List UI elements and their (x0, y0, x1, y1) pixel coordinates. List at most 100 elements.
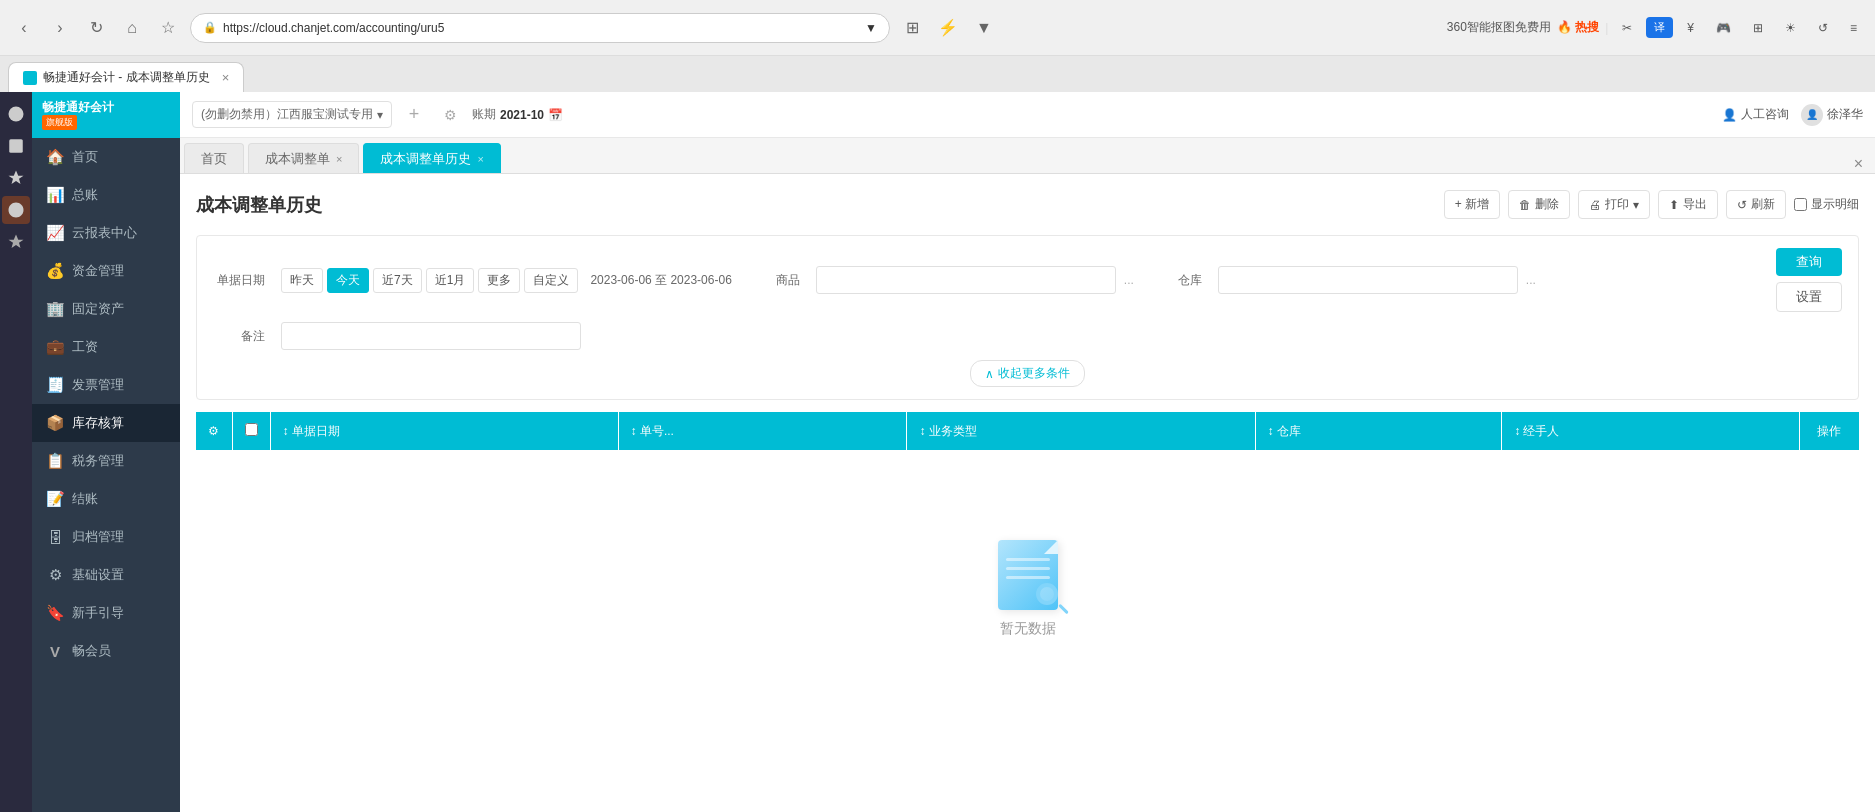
forward-button[interactable]: › (46, 14, 74, 42)
custom-date-btn[interactable]: 自定义 (524, 268, 578, 293)
today-btn[interactable]: 今天 (327, 268, 369, 293)
icon-bar-item-1[interactable] (2, 100, 30, 128)
select-all-checkbox[interactable] (245, 423, 258, 436)
sidebar-item-reports-label: 云报表中心 (72, 224, 137, 242)
company-settings-button[interactable]: ⚙ (436, 101, 464, 129)
sidebar-item-fixed-assets[interactable]: 🏢 固定资产 (32, 290, 180, 328)
tab-home[interactable]: 首页 (184, 143, 244, 173)
closing-icon: 📝 (46, 490, 64, 508)
tab-cost-adjust-close[interactable]: × (336, 153, 342, 165)
setting-filter-btn[interactable]: 设置 (1776, 282, 1842, 312)
warehouse-input[interactable] (1218, 266, 1518, 294)
address-dropdown-button[interactable]: ▼ (970, 14, 998, 42)
th-number[interactable]: ↕ 单号... (618, 412, 907, 450)
empty-illustration (983, 530, 1073, 620)
tab-cost-adjust-history[interactable]: 成本调整单历史 × (363, 143, 500, 173)
address-bar[interactable]: 🔒 https://cloud.chanjet.com/accounting/u… (190, 13, 890, 43)
display-toggle[interactable]: 显示明细 (1794, 196, 1859, 213)
sidebar-item-invoices[interactable]: 🧾 发票管理 (32, 366, 180, 404)
period-label: 账期 (472, 106, 496, 123)
icon-bar-item-4[interactable] (2, 196, 30, 224)
sidebar-item-ledger[interactable]: 📊 总账 (32, 176, 180, 214)
th-date[interactable]: ↕ 单据日期 (270, 412, 618, 450)
undo-button[interactable]: ↺ (1810, 17, 1836, 39)
star-button[interactable]: ☆ (154, 14, 182, 42)
more-date-btn[interactable]: 更多 (478, 268, 520, 293)
th-warehouse[interactable]: ↕ 仓库 (1255, 412, 1502, 450)
new-btn[interactable]: + 新增 (1444, 190, 1500, 219)
grid-button[interactable]: ⊞ (1745, 17, 1771, 39)
close-window-btn[interactable]: × (1842, 155, 1875, 173)
goods-input[interactable] (816, 266, 1116, 294)
filter-row-note: 备注 (213, 322, 1842, 350)
company-name: (勿删勿禁用）江西服宝测试专用 (201, 106, 373, 123)
refresh-btn[interactable]: ↺ 刷新 (1726, 190, 1786, 219)
extensions-button[interactable]: ⊞ (898, 14, 926, 42)
coin-button[interactable]: ¥ (1679, 17, 1702, 39)
sidebar-item-membership[interactable]: V 畅会员 (32, 632, 180, 670)
page-title: 成本调整单历史 (196, 193, 322, 217)
translate-button[interactable]: 译 (1646, 17, 1673, 38)
brightness-button[interactable]: ☀ (1777, 17, 1804, 39)
svg-rect-1 (9, 139, 23, 153)
sidebar-item-closing[interactable]: 📝 结账 (32, 480, 180, 518)
print-btn[interactable]: 🖨 打印 ▾ (1578, 190, 1650, 219)
sidebar-item-reports[interactable]: 📈 云报表中心 (32, 214, 180, 252)
sidebar-item-inventory[interactable]: 📦 库存核算 (32, 404, 180, 442)
sidebar-item-funds[interactable]: 💰 资金管理 (32, 252, 180, 290)
export-btn[interactable]: ⬆ 导出 (1658, 190, 1718, 219)
goods-more-dots[interactable]: ... (1124, 273, 1134, 287)
browser-tab[interactable]: 畅捷通好会计 - 成本调整单历史 × (8, 62, 244, 92)
sidebar-item-archive-label: 归档管理 (72, 528, 124, 546)
sidebar-item-salary[interactable]: 💼 工资 (32, 328, 180, 366)
company-dropdown-icon: ▾ (377, 108, 383, 122)
menu-button[interactable]: ≡ (1842, 17, 1865, 39)
add-company-button[interactable]: + (400, 101, 428, 129)
delete-label: 删除 (1535, 196, 1559, 213)
goods-filter-label: 商品 (748, 272, 800, 289)
sidebar-item-guide[interactable]: 🔖 新手引导 (32, 594, 180, 632)
tab-close-btn[interactable]: × (222, 70, 230, 85)
date-filter-label: 单据日期 (213, 272, 265, 289)
th-checkbox[interactable] (232, 412, 270, 450)
warehouse-filter-label: 仓库 (1150, 272, 1202, 289)
warehouse-more-dots[interactable]: ... (1526, 273, 1536, 287)
collapse-btn[interactable]: ∧ 收起更多条件 (970, 360, 1085, 387)
icon-bar-item-5[interactable] (2, 228, 30, 256)
home-button[interactable]: ⌂ (118, 14, 146, 42)
sidebar-item-inventory-label: 库存核算 (72, 414, 124, 432)
url-text: https://cloud.chanjet.com/accounting/uru… (223, 21, 859, 35)
icon-bar-item-2[interactable] (2, 132, 30, 160)
reload-button[interactable]: ↻ (82, 14, 110, 42)
lightning-button[interactable]: ⚡ (934, 14, 962, 42)
query-btn[interactable]: 查询 (1776, 248, 1842, 276)
sidebar-item-home[interactable]: 🏠 首页 (32, 138, 180, 176)
page-body: 成本调整单历史 + 新增 🗑 删除 🖨 打印 ▾ ⬆ 导出 (180, 174, 1875, 812)
user-button[interactable]: 👤 徐泽华 (1801, 104, 1863, 126)
back-button[interactable]: ‹ (10, 14, 38, 42)
sidebar-item-tax[interactable]: 📋 税务管理 (32, 442, 180, 480)
print-icon: 🖨 (1589, 198, 1601, 212)
consult-button[interactable]: 👤 人工咨询 (1722, 106, 1789, 123)
data-table: ⚙ ↕ 单据日期 ↕ 单号... (196, 412, 1859, 678)
scissors-button[interactable]: ✂ (1614, 17, 1640, 39)
month1-btn[interactable]: 近1月 (426, 268, 475, 293)
game-button[interactable]: 🎮 (1708, 17, 1739, 39)
week7-btn[interactable]: 近7天 (373, 268, 422, 293)
display-toggle-checkbox[interactable] (1794, 198, 1807, 211)
sidebar-item-archive[interactable]: 🗄 归档管理 (32, 518, 180, 556)
th-gear[interactable]: ⚙ (196, 412, 232, 450)
tab-cost-adjust-history-close[interactable]: × (477, 153, 483, 165)
page-tabs: 首页 成本调整单 × 成本调整单历史 × × (180, 138, 1875, 174)
sidebar-item-basic[interactable]: ⚙ 基础设置 (32, 556, 180, 594)
note-input[interactable] (281, 322, 581, 350)
delete-btn[interactable]: 🗑 删除 (1508, 190, 1570, 219)
tab-cost-adjust[interactable]: 成本调整单 × (248, 143, 359, 173)
yesterday-btn[interactable]: 昨天 (281, 268, 323, 293)
empty-state: 暂无数据 (196, 450, 1859, 678)
icon-bar-item-3[interactable] (2, 164, 30, 192)
th-biz-type[interactable]: ↕ 业务类型 (907, 412, 1255, 450)
calendar-icon[interactable]: 📅 (548, 108, 563, 122)
company-select[interactable]: (勿删勿禁用）江西服宝测试专用 ▾ (192, 101, 392, 128)
th-handler[interactable]: ↕ 经手人 (1502, 412, 1799, 450)
